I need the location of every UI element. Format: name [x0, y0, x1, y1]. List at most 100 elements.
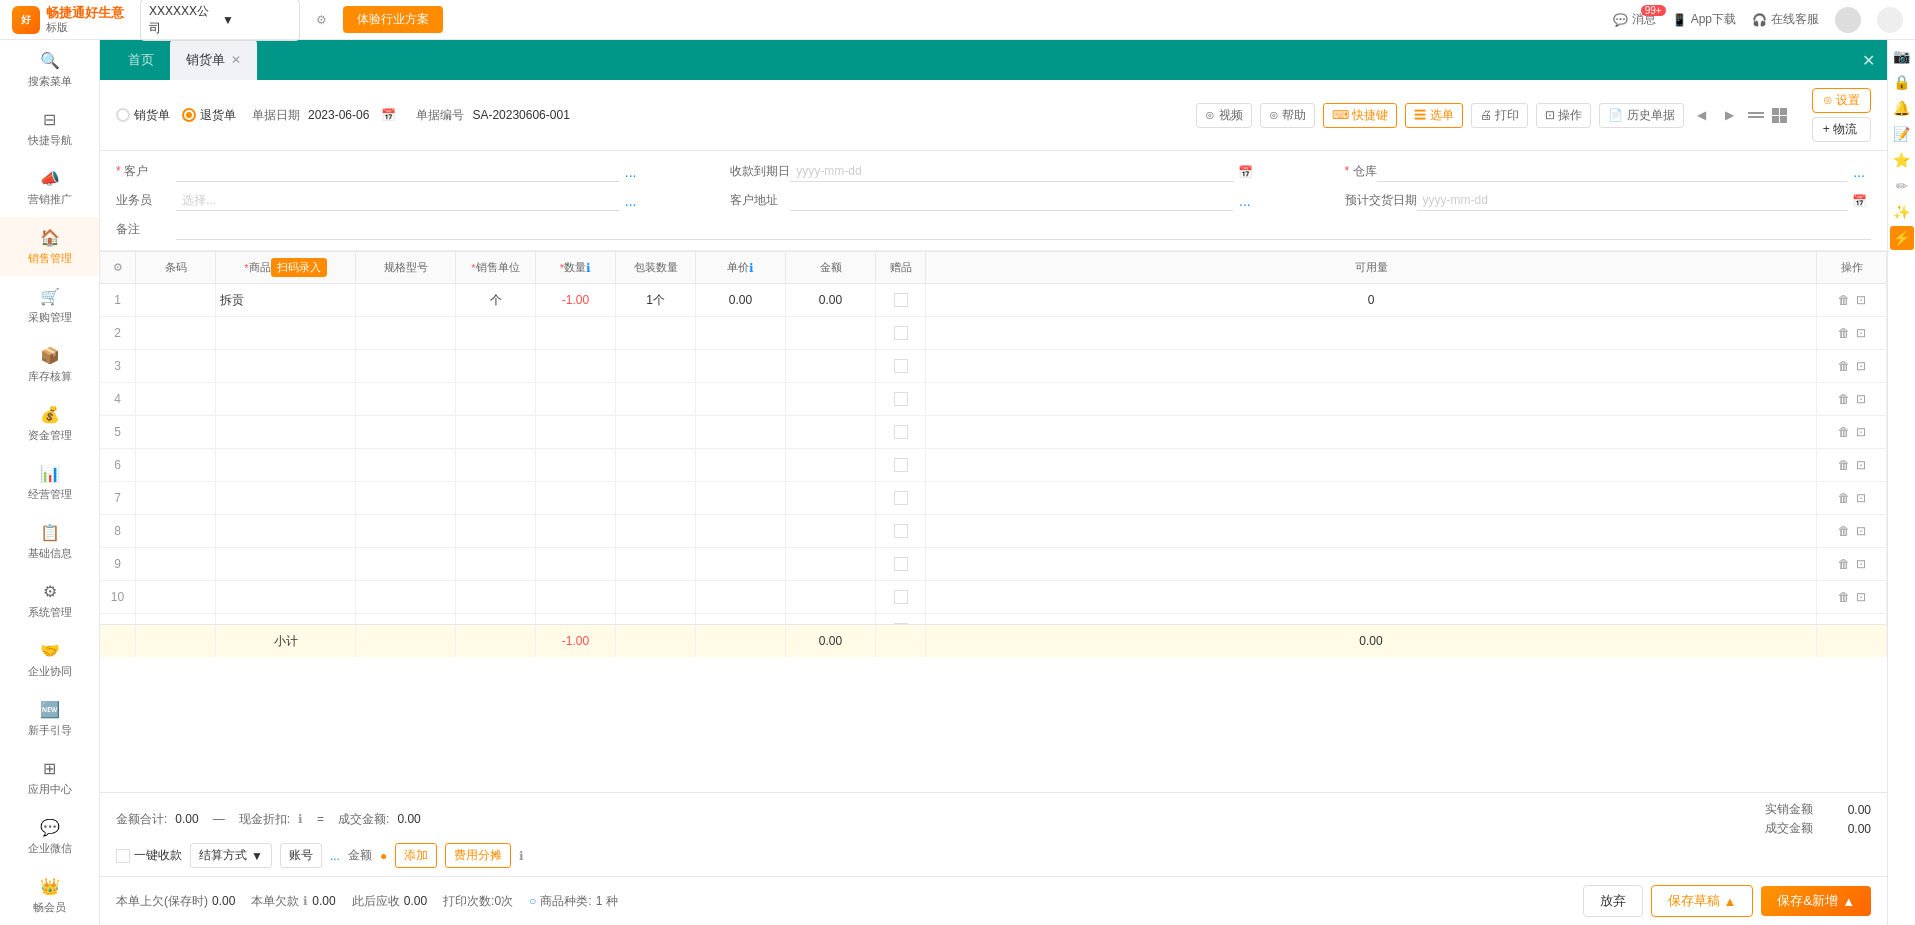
radio-return[interactable]: 退货单: [182, 107, 236, 124]
account-select[interactable]: 账号: [280, 843, 322, 868]
warehouse-more-icon[interactable]: ...: [1847, 164, 1871, 180]
one-click-pay-checkbox[interactable]: 一键收款: [116, 847, 182, 864]
calendar-icon[interactable]: 📅: [377, 108, 400, 122]
sidebar-item-search[interactable]: 🔍 搜索菜单: [0, 40, 99, 99]
fenpai-help-icon[interactable]: ℹ: [519, 849, 524, 863]
sidebar-item-operations[interactable]: 📊 经营管理: [0, 453, 99, 512]
tab-close-icon[interactable]: ✕: [231, 53, 241, 67]
settings-btn[interactable]: ⚙: [308, 10, 335, 30]
sidebar-item-quicknav[interactable]: ⊟ 快捷导航: [0, 99, 99, 158]
copy-icon[interactable]: ⊡: [1856, 458, 1866, 472]
customer-addr-input[interactable]: [790, 190, 1233, 211]
avatar[interactable]: [1835, 7, 1861, 33]
app-download-btn[interactable]: 📱 App下载: [1672, 11, 1736, 28]
sidebar-item-guide[interactable]: 🆕 新手引导: [0, 689, 99, 748]
customer-input[interactable]: [176, 161, 619, 182]
abandon-btn[interactable]: 放弃: [1583, 885, 1643, 917]
right-btn-note[interactable]: 📝: [1890, 122, 1914, 146]
sidebar-item-system[interactable]: ⚙ 系统管理: [0, 571, 99, 630]
avatar-extra[interactable]: [1877, 7, 1903, 33]
td-barcode-1[interactable]: [136, 284, 216, 316]
doc-settings-btn[interactable]: ⊙ 设置: [1812, 88, 1871, 113]
delete-icon[interactable]: 🗑: [1838, 458, 1850, 472]
sidebar-item-finance[interactable]: 💰 资金管理: [0, 394, 99, 453]
delete-icon[interactable]: 🗑: [1838, 359, 1850, 373]
online-service-btn[interactable]: 🎧 在线客服: [1752, 11, 1819, 28]
delete-icon[interactable]: 🗑: [1838, 392, 1850, 406]
discount-help-icon[interactable]: ℹ: [298, 812, 303, 826]
delete-icon[interactable]: 🗑: [1838, 557, 1850, 571]
td-amount-1[interactable]: 0.00: [786, 284, 876, 316]
history-btn[interactable]: 📄 历史单据: [1599, 103, 1683, 128]
expected-date-calendar-icon[interactable]: 📅: [1848, 194, 1871, 208]
total-due-help-icon[interactable]: ℹ: [303, 894, 308, 908]
right-btn-camera[interactable]: 📷: [1890, 44, 1914, 68]
add-payment-btn[interactable]: 添加: [395, 843, 437, 868]
delete-icon[interactable]: 🗑: [1838, 326, 1850, 340]
staff-more-icon[interactable]: ...: [619, 193, 643, 209]
scan-btn[interactable]: 扫码录入: [271, 258, 327, 277]
save-draft-btn[interactable]: 保存草稿 ▲: [1651, 885, 1754, 917]
operation-btn[interactable]: ⊡ 操作: [1536, 103, 1591, 128]
td-spec-1[interactable]: [356, 284, 456, 316]
video-btn[interactable]: ⊙ 视频: [1196, 103, 1251, 128]
copy-icon[interactable]: ⊡: [1856, 590, 1866, 604]
note-input[interactable]: [176, 219, 1871, 240]
delete-icon[interactable]: 🗑: [1838, 491, 1850, 505]
sidebar-item-purchase[interactable]: 🛒 采购管理: [0, 276, 99, 335]
copy-icon[interactable]: ⊡: [1856, 326, 1866, 340]
right-btn-star[interactable]: ⭐: [1890, 148, 1914, 172]
warehouse-input[interactable]: 建材仓: [1377, 161, 1848, 182]
delete-icon[interactable]: 🗑: [1838, 524, 1850, 538]
doc-logistics-btn[interactable]: + 物流: [1812, 117, 1871, 142]
right-btn-lock[interactable]: 🔒: [1890, 70, 1914, 94]
sidebar-item-member[interactable]: 👑 畅会员: [0, 866, 99, 925]
customer-more-icon[interactable]: ...: [619, 164, 643, 180]
print-btn[interactable]: 🖨 打印: [1471, 103, 1528, 128]
td-qty-1[interactable]: -1.00: [536, 284, 616, 316]
nav-next-btn[interactable]: ▶: [1720, 105, 1740, 125]
message-btn[interactable]: 💬 消息 99+: [1613, 11, 1656, 28]
copy-icon[interactable]: ⊡: [1856, 392, 1866, 406]
select-order-btn[interactable]: ☰ 选单: [1405, 103, 1462, 128]
customer-addr-more-icon[interactable]: ...: [1233, 193, 1257, 209]
sidebar-item-base[interactable]: 📋 基础信息: [0, 512, 99, 571]
industry-btn[interactable]: 体验行业方案: [343, 6, 443, 33]
td-packqty-1[interactable]: 1个: [616, 284, 696, 316]
company-selector[interactable]: XXXXXX公司 ▼: [140, 0, 300, 41]
radio-sales[interactable]: 销货单: [116, 107, 170, 124]
sidebar-item-enterprise[interactable]: 🤝 企业协同: [0, 630, 99, 689]
tab-sales-order[interactable]: 销货单 ✕: [170, 40, 257, 80]
due-date-calendar-icon[interactable]: 📅: [1234, 165, 1257, 179]
delete-icon[interactable]: 🗑: [1838, 425, 1850, 439]
sidebar-item-marketing[interactable]: 📣 营销推广: [0, 158, 99, 217]
delete-icon-1[interactable]: 🗑: [1838, 293, 1850, 307]
right-btn-bell[interactable]: 🔔: [1890, 96, 1914, 120]
help-btn[interactable]: ⊙ 帮助: [1260, 103, 1315, 128]
copy-icon[interactable]: ⊡: [1856, 557, 1866, 571]
copy-icon-1[interactable]: ⊡: [1856, 293, 1866, 307]
gift-checkbox-1[interactable]: [894, 293, 908, 307]
due-date-input[interactable]: [790, 161, 1234, 182]
fenpai-btn[interactable]: 费用分摊: [445, 843, 511, 868]
nav-prev-btn[interactable]: ◀: [1692, 105, 1712, 125]
copy-icon[interactable]: ⊡: [1856, 425, 1866, 439]
td-price-1[interactable]: 0.00: [696, 284, 786, 316]
right-btn-orange[interactable]: ⚡: [1890, 226, 1914, 250]
save-new-btn[interactable]: 保存&新增 ▲: [1761, 886, 1871, 916]
tab-home[interactable]: 首页: [112, 40, 170, 80]
staff-input[interactable]: [176, 190, 619, 211]
right-btn-sparkle[interactable]: ✨: [1890, 200, 1914, 224]
sidebar-item-inventory[interactable]: 📦 库存核算: [0, 335, 99, 394]
shortcut-btn[interactable]: ⌨ 快捷键: [1323, 103, 1397, 128]
tab-bar-close-btn[interactable]: ✕: [1862, 51, 1875, 70]
delete-icon[interactable]: 🗑: [1838, 590, 1850, 604]
payment-method-select[interactable]: 结算方式 ▼: [190, 843, 272, 868]
one-click-pay-check[interactable]: [116, 849, 130, 863]
right-btn-edit[interactable]: ✏: [1890, 174, 1914, 198]
copy-icon[interactable]: ⊡: [1856, 524, 1866, 538]
sidebar-item-sales[interactable]: 🏠 销售管理: [0, 217, 99, 276]
expected-date-input[interactable]: [1417, 190, 1849, 211]
sidebar-item-wechat[interactable]: 💬 企业微信: [0, 807, 99, 866]
copy-icon[interactable]: ⊡: [1856, 491, 1866, 505]
